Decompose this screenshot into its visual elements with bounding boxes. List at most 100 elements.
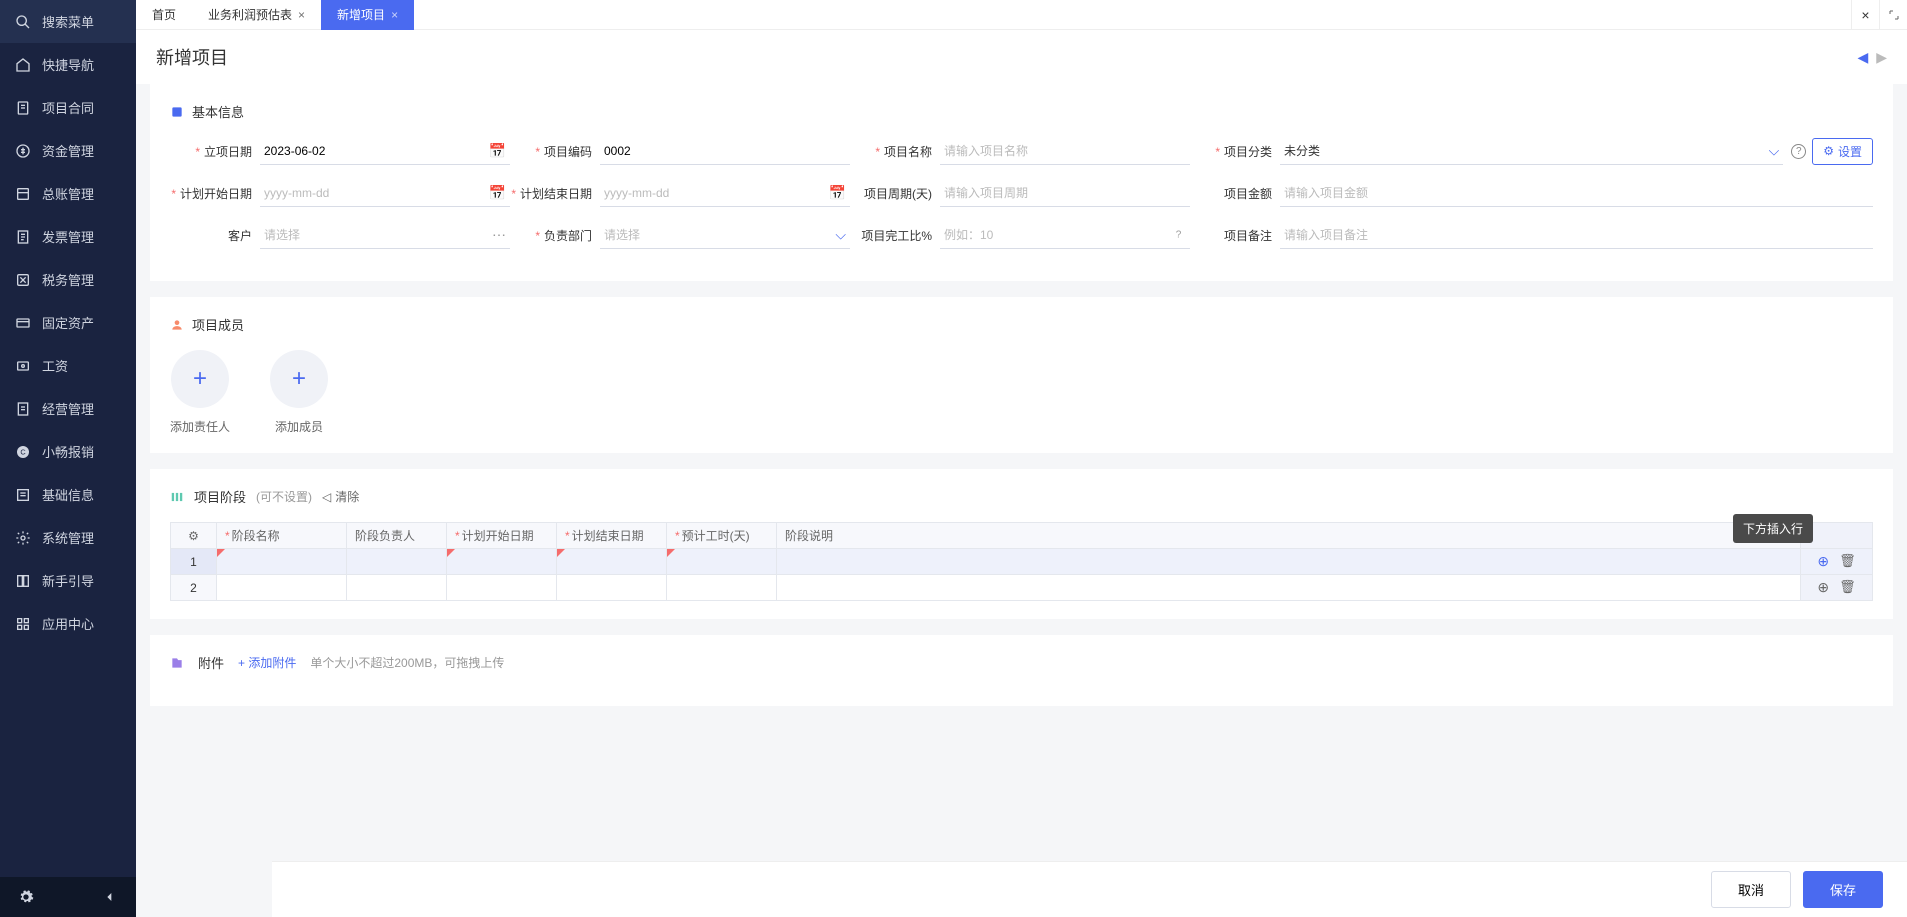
sidebar-item-label: 快捷导航 [42,55,94,74]
th-phase-name: 阶段名称 [217,523,347,549]
row-actions: ⊕ 🗑 [1801,575,1873,601]
section-icon [170,490,184,504]
th-phase-owner: 阶段负责人 [347,523,447,549]
sidebar-item-label: 经营管理 [42,399,94,418]
next-arrow-icon[interactable]: ▶ [1876,49,1887,66]
label-customer: 客户 [170,227,260,244]
cell-est-hours[interactable] [667,575,777,601]
sidebar-item-ledger[interactable]: 总账管理 [0,172,136,215]
project-period-input[interactable] [940,179,1190,207]
insert-row-icon[interactable]: ⊕ [1817,553,1829,570]
sidebar-item-salary[interactable]: 工资 [0,344,136,387]
add-attachment-button[interactable]: + 添加附件 [238,654,296,671]
cell-plan-start[interactable] [447,575,557,601]
prev-arrow-icon[interactable]: ◀ [1857,49,1868,66]
invoice-icon [14,228,32,246]
sidebar-item-tax[interactable]: 税务管理 [0,258,136,301]
sidebar-item-system[interactable]: 系统管理 [0,516,136,559]
window-close-button[interactable]: × [1851,0,1879,30]
label-project-category: 项目分类 [1190,143,1280,160]
phase-table: ⚙ 阶段名称 阶段负责人 计划开始日期 计划结束日期 预计工时(天) 阶段说明 [170,522,1873,601]
project-code-input[interactable] [600,137,850,165]
cancel-button[interactable]: 取消 [1711,871,1791,908]
sidebar-item-invoice[interactable]: 发票管理 [0,215,136,258]
tab-home[interactable]: 首页 [136,0,192,30]
insert-row-icon[interactable]: ⊕ [1817,579,1829,596]
settings-button[interactable]: ⚙ 设置 [1812,138,1873,165]
sidebar-item-apps[interactable]: 应用中心 [0,602,136,645]
project-amount-input[interactable] [1280,179,1873,207]
sidebar-item-asset[interactable]: 固定资产 [0,301,136,344]
establish-date-input[interactable] [260,137,510,165]
label-completion: 项目完工比% [850,227,940,244]
sidebar-item-contract[interactable]: 项目合同 [0,86,136,129]
cell-phase-name[interactable] [217,575,347,601]
help-icon[interactable]: ? [1791,144,1806,159]
save-button[interactable]: 保存 [1803,871,1883,908]
label-plan-start: 计划开始日期 [170,185,260,202]
cell-desc[interactable] [777,575,1801,601]
row-actions: ⊕ 🗑 [1801,549,1873,575]
cell-plan-start[interactable] [447,549,557,575]
add-member-button[interactable]: + [270,350,328,408]
sidebar-item-label: 搜索菜单 [42,12,94,31]
cell-phase-owner[interactable] [347,549,447,575]
table-row[interactable]: 1 ⊕ 🗑 [171,549,1873,575]
ledger-icon [14,185,32,203]
sidebar: 搜索菜单 快捷导航 项目合同 资金管理 总账管理 发票管理 [0,0,136,917]
clear-phases-button[interactable]: ◁ 清除 [322,488,359,505]
home-icon [14,56,32,74]
gear-icon[interactable] [18,889,34,905]
sidebar-item-manage[interactable]: 经营管理 [0,387,136,430]
fullscreen-button[interactable] [1879,0,1907,30]
customer-select[interactable] [260,221,510,249]
project-name-input[interactable] [940,137,1190,165]
sidebar-item-fund[interactable]: 资金管理 [0,129,136,172]
cell-plan-end[interactable] [557,549,667,575]
plan-end-input[interactable] [600,179,850,207]
table-row[interactable]: 2 ⊕ 🗑 [171,575,1873,601]
th-desc: 阶段说明 [777,523,1801,549]
footer-bar: 取消 保存 [272,861,1907,917]
add-member-label: 添加成员 [275,418,323,435]
cell-phase-name[interactable] [217,549,347,575]
collapse-icon[interactable] [102,889,118,905]
page-header: 新增项目 ◀ ▶ [136,30,1907,84]
section-title: 项目阶段 [194,487,246,506]
cell-phase-owner[interactable] [347,575,447,601]
tab-new-project[interactable]: 新增项目 × [321,0,414,30]
remark-input[interactable] [1280,221,1873,249]
close-icon[interactable]: × [298,8,305,22]
completion-input[interactable] [940,221,1190,249]
cell-plan-end[interactable] [557,575,667,601]
plan-start-input[interactable] [260,179,510,207]
tabs-bar: 首页 业务利润预估表 × 新增项目 × × [136,0,1907,30]
sidebar-item-label: 总账管理 [42,184,94,203]
sidebar-item-quicknav[interactable]: 快捷导航 [0,43,136,86]
eraser-icon: ◁ [322,490,331,504]
add-owner-button[interactable]: + [171,350,229,408]
close-icon[interactable]: × [391,8,398,22]
tab-profit-estimate[interactable]: 业务利润预估表 × [192,0,321,30]
gear-icon: ⚙ [1823,144,1834,158]
sidebar-item-guide[interactable]: 新手引导 [0,559,136,602]
section-icon [170,105,184,119]
project-category-select[interactable] [1280,137,1783,165]
sidebar-item-info[interactable]: 基础信息 [0,473,136,516]
tab-label: 业务利润预估表 [208,6,292,23]
sidebar-item-label: 工资 [42,356,68,375]
delete-row-icon[interactable]: 🗑 [1839,553,1856,570]
cell-est-hours[interactable] [667,549,777,575]
dept-select[interactable] [600,221,850,249]
label-establish-date: 立项日期 [170,143,260,160]
delete-row-icon[interactable]: 🗑 [1839,579,1856,596]
sidebar-item-expense[interactable]: C 小畅报销 [0,430,136,473]
th-est-hours: 预计工时(天) [667,523,777,549]
row-index: 1 [171,549,217,575]
sidebar-item-label: 资金管理 [42,141,94,160]
label-remark: 项目备注 [1190,227,1280,244]
th-gear[interactable]: ⚙ [171,523,217,549]
svg-text:C: C [20,447,26,456]
cell-desc[interactable] [777,549,1801,575]
sidebar-item-search[interactable]: 搜索菜单 [0,0,136,43]
